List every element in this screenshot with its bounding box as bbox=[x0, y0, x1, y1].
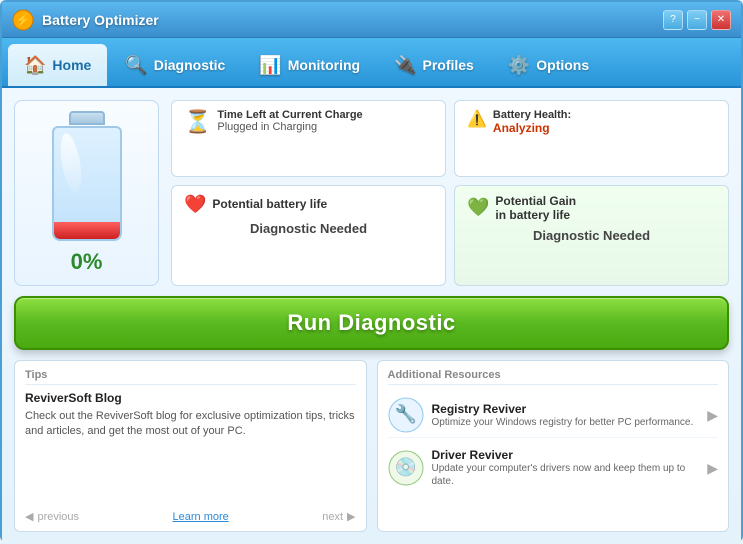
registry-reviver-desc: Optimize your Windows registry for bette… bbox=[432, 416, 700, 429]
info-panels: ⏳ Time Left at Current Charge Plugged in… bbox=[171, 100, 729, 286]
nav-monitoring[interactable]: 📊 Monitoring bbox=[243, 44, 376, 86]
health-status: Analyzing bbox=[493, 121, 571, 135]
battery-body bbox=[52, 126, 122, 241]
home-icon: 🏠 bbox=[24, 55, 46, 76]
potential-gain-header: 💚 Potential Gain in battery life bbox=[467, 194, 716, 222]
diagnostic-icon: 🔍 bbox=[125, 55, 147, 76]
svg-text:⚡: ⚡ bbox=[16, 13, 31, 27]
previous-label: previous bbox=[37, 511, 79, 523]
potential-life-panel: ❤️ Potential battery life Diagnostic Nee… bbox=[171, 185, 446, 287]
warning-triangle-icon: ⚠️ bbox=[467, 109, 487, 129]
potential-gain-labels: Potential Gain in battery life bbox=[495, 194, 576, 222]
registry-reviver-icon: 🔧 bbox=[388, 397, 424, 433]
tips-navigation: ◀ previous Learn more next ▶ bbox=[25, 506, 356, 523]
driver-reviver-text: Driver Reviver Update your computer's dr… bbox=[432, 448, 700, 488]
svg-text:💿: 💿 bbox=[394, 456, 416, 478]
nav-diagnostic[interactable]: 🔍 Diagnostic bbox=[109, 44, 241, 86]
main-content: 0% ⏳ Time Left at Current Charge Plugged… bbox=[2, 88, 741, 544]
heart-icon: ❤️ bbox=[184, 194, 206, 215]
health-info: Battery Health: Analyzing bbox=[493, 109, 571, 135]
health-label: Battery Health: bbox=[493, 109, 571, 121]
time-sub: Plugged in Charging bbox=[217, 121, 362, 133]
left-arrow-icon: ◀ bbox=[25, 510, 33, 523]
battery-percent: 0% bbox=[71, 249, 103, 275]
battery-fill bbox=[54, 222, 120, 239]
nav-home-label: Home bbox=[52, 57, 91, 73]
app-icon: ⚡ bbox=[12, 9, 34, 31]
right-arrow-icon: ▶ bbox=[347, 510, 355, 523]
heart-plus-icon: 💚 bbox=[467, 197, 489, 218]
tips-panel: Tips ReviverSoft Blog Check out the Revi… bbox=[14, 360, 367, 532]
top-section: 0% ⏳ Time Left at Current Charge Plugged… bbox=[14, 100, 729, 286]
nav-profiles[interactable]: 🔌 Profiles bbox=[378, 44, 490, 86]
potential-life-header: ❤️ Potential battery life bbox=[184, 194, 433, 215]
driver-reviver-item[interactable]: 💿 Driver Reviver Update your computer's … bbox=[388, 444, 719, 492]
tips-section-header: Tips bbox=[25, 369, 356, 385]
nav-home[interactable]: 🏠 Home bbox=[8, 44, 107, 86]
potential-gain-label2: in battery life bbox=[495, 208, 576, 222]
nav-diagnostic-label: Diagnostic bbox=[154, 57, 226, 73]
svg-text:🔧: 🔧 bbox=[394, 403, 416, 424]
battery-shine bbox=[56, 132, 84, 194]
battery-display: 0% bbox=[14, 100, 159, 286]
time-header-row: ⏳ Time Left at Current Charge Plugged in… bbox=[184, 109, 363, 135]
learn-more-link[interactable]: Learn more bbox=[173, 511, 229, 523]
potential-life-label: Potential battery life bbox=[212, 197, 327, 211]
resources-panel: Additional Resources 🔧 Registry Reviver … bbox=[377, 360, 730, 532]
nav-monitoring-label: Monitoring bbox=[288, 57, 360, 73]
health-panel: ⚠️ Battery Health: Analyzing bbox=[454, 100, 729, 177]
potential-gain-panel: 💚 Potential Gain in battery life Diagnos… bbox=[454, 185, 729, 287]
nav-options-label: Options bbox=[536, 57, 589, 73]
registry-reviver-arrow: ▶ bbox=[707, 407, 718, 424]
tips-title: ReviverSoft Blog bbox=[25, 391, 356, 405]
registry-reviver-text: Registry Reviver Optimize your Windows r… bbox=[432, 402, 700, 429]
options-icon: ⚙️ bbox=[508, 55, 530, 76]
hourglass-icon: ⏳ bbox=[184, 109, 211, 135]
resources-section-header: Additional Resources bbox=[388, 369, 719, 385]
registry-reviver-title: Registry Reviver bbox=[432, 402, 700, 416]
nav-bar: 🏠 Home 🔍 Diagnostic 📊 Monitoring 🔌 Profi… bbox=[2, 38, 741, 88]
driver-reviver-title: Driver Reviver bbox=[432, 448, 700, 462]
battery-container bbox=[47, 111, 127, 241]
close-button[interactable]: ✕ bbox=[711, 10, 731, 30]
tips-text: Check out the ReviverSoft blog for exclu… bbox=[25, 409, 356, 440]
nav-options[interactable]: ⚙️ Options bbox=[492, 44, 605, 86]
next-label: next bbox=[322, 511, 343, 523]
time-panel: ⏳ Time Left at Current Charge Plugged in… bbox=[171, 100, 446, 177]
tips-previous-button[interactable]: ◀ previous bbox=[25, 510, 79, 523]
minimize-button[interactable]: − bbox=[687, 10, 707, 30]
nav-profiles-label: Profiles bbox=[422, 57, 473, 73]
tips-next-button[interactable]: next ▶ bbox=[322, 510, 355, 523]
profiles-icon: 🔌 bbox=[394, 55, 416, 76]
potential-gain-value: Diagnostic Needed bbox=[467, 226, 716, 245]
driver-reviver-arrow: ▶ bbox=[707, 460, 718, 477]
app-title: Battery Optimizer bbox=[42, 12, 655, 28]
health-header-row: ⚠️ Battery Health: Analyzing bbox=[467, 109, 571, 135]
registry-reviver-item[interactable]: 🔧 Registry Reviver Optimize your Windows… bbox=[388, 393, 719, 438]
potential-gain-label1: Potential Gain bbox=[495, 194, 576, 208]
driver-reviver-icon: 💿 bbox=[388, 450, 424, 486]
driver-reviver-desc: Update your computer's drivers now and k… bbox=[432, 462, 700, 488]
bottom-section: Tips ReviverSoft Blog Check out the Revi… bbox=[14, 360, 729, 532]
monitoring-icon: 📊 bbox=[259, 55, 281, 76]
title-bar: ⚡ Battery Optimizer ? − ✕ bbox=[2, 2, 741, 38]
time-label: Time Left at Current Charge bbox=[217, 109, 362, 121]
help-button[interactable]: ? bbox=[663, 10, 683, 30]
potential-life-value: Diagnostic Needed bbox=[184, 219, 433, 238]
window-controls: ? − ✕ bbox=[663, 10, 731, 30]
run-diagnostic-button[interactable]: Run Diagnostic bbox=[14, 296, 729, 350]
time-info: Time Left at Current Charge Plugged in C… bbox=[217, 109, 362, 133]
battery-cap bbox=[69, 111, 105, 125]
